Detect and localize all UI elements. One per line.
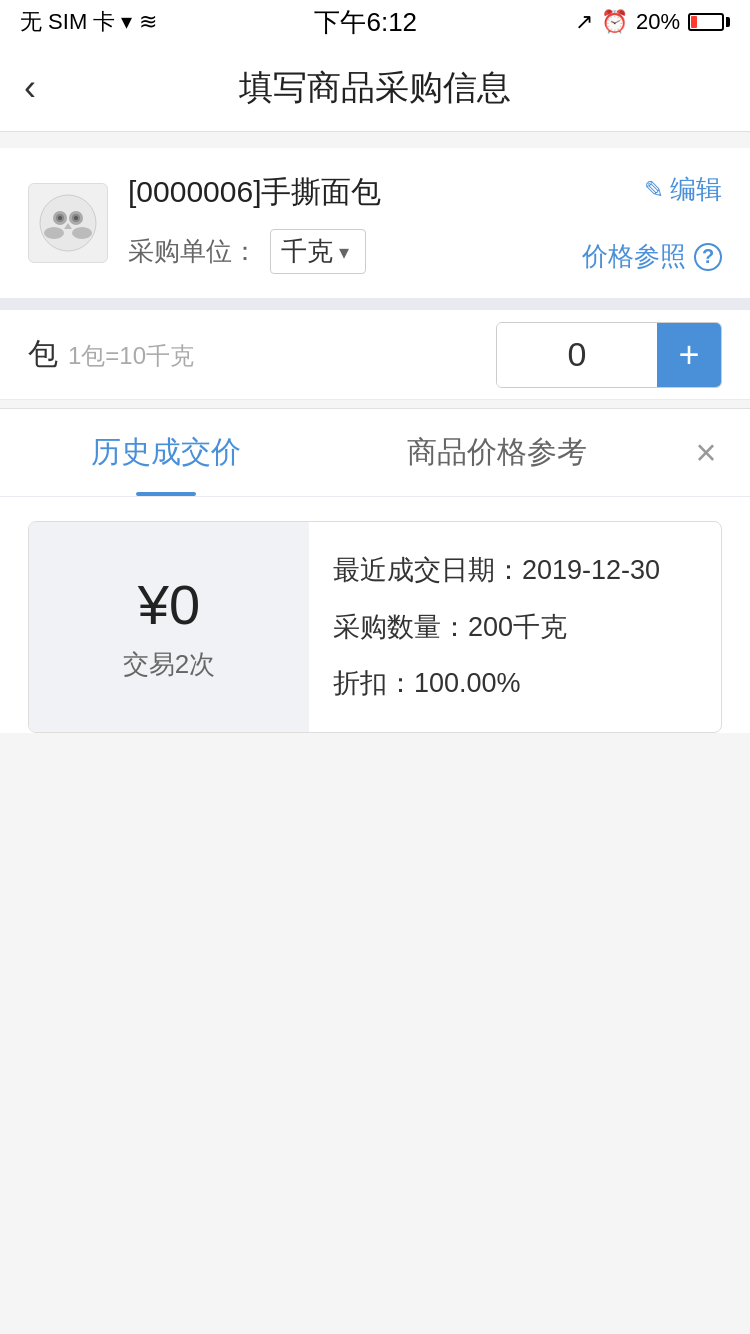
purchase-qty-value: 200千克 xyxy=(468,612,567,642)
status-left: 无 SIM 卡 ▾ ≋ xyxy=(20,7,157,37)
product-info: [0000006]手撕面包 采购单位： 千克 ▾ xyxy=(128,172,381,274)
status-bar: 无 SIM 卡 ▾ ≋ 下午6:12 ↗ ⏰ 20% xyxy=(0,0,750,44)
purchase-qty-row: 采购数量：200千克 xyxy=(333,607,697,648)
svg-point-6 xyxy=(74,216,78,220)
edit-button[interactable]: ✎ 编辑 xyxy=(644,172,722,207)
history-price-value: ¥0 xyxy=(138,572,200,637)
purchase-qty-label: 采购数量： xyxy=(333,612,468,642)
plus-icon: + xyxy=(678,334,699,376)
page-title: 填写商品采购信息 xyxy=(239,65,511,111)
divider-strip xyxy=(0,298,750,310)
main-background xyxy=(0,757,750,1335)
back-button[interactable]: ‹ xyxy=(24,67,36,109)
edit-icon: ✎ xyxy=(644,176,664,204)
product-logo-icon xyxy=(38,193,98,253)
edit-label: 编辑 xyxy=(670,172,722,207)
tab-product-price-ref[interactable]: 商品价格参考 xyxy=(331,409,662,496)
bottom-panel: 历史成交价 商品价格参考 × ¥0 交易2次 最近成交日期：2019-12-30… xyxy=(0,408,750,733)
unit-dropdown-icon: ▾ xyxy=(339,240,349,264)
quantity-conversion: 1包=10千克 xyxy=(68,340,194,372)
price-yen-label: ¥0 xyxy=(138,573,200,636)
recent-date-row: 最近成交日期：2019-12-30 xyxy=(333,550,697,591)
close-icon: × xyxy=(695,432,716,474)
product-id: [0000006] xyxy=(128,175,261,208)
svg-point-9 xyxy=(72,227,92,239)
status-time: 下午6:12 xyxy=(314,5,417,40)
recent-date-value: 2019-12-30 xyxy=(522,555,660,585)
quantity-label: 包 1包=10千克 xyxy=(28,334,194,375)
tab-price-ref-label: 商品价格参考 xyxy=(407,432,587,473)
help-icon: ? xyxy=(694,243,722,271)
product-thumbnail xyxy=(28,183,108,263)
nav-bar: ‹ 填写商品采购信息 xyxy=(0,44,750,132)
product-actions: ✎ 编辑 价格参照 ? xyxy=(582,172,722,274)
discount-label: 折扣： xyxy=(333,668,414,698)
tab-history-label: 历史成交价 xyxy=(91,432,241,473)
battery-tip xyxy=(726,17,730,27)
product-left: [0000006]手撕面包 采购单位： 千克 ▾ xyxy=(28,172,381,274)
battery-pct: 20% xyxy=(636,9,680,35)
help-label: ? xyxy=(702,245,714,268)
alarm-icon: ⏰ xyxy=(601,9,628,35)
unit-select-button[interactable]: 千克 ▾ xyxy=(270,229,366,274)
battery-body xyxy=(688,13,724,31)
product-name: [0000006]手撕面包 xyxy=(128,172,381,213)
recent-date-label: 最近成交日期： xyxy=(333,555,522,585)
product-header: [0000006]手撕面包 采购单位： 千克 ▾ ✎ 编辑 价格参照 ? xyxy=(28,172,722,274)
tabs-row: 历史成交价 商品价格参考 × xyxy=(0,409,750,497)
status-right: ↗ ⏰ 20% xyxy=(575,9,730,35)
svg-point-5 xyxy=(58,216,62,220)
product-unit-row: 采购单位： 千克 ▾ xyxy=(128,229,381,274)
history-trade-count: 交易2次 xyxy=(123,647,215,682)
price-ref-label: 价格参照 xyxy=(582,239,686,274)
quantity-plus-button[interactable]: + xyxy=(657,323,721,387)
quantity-unit: 包 xyxy=(28,334,58,375)
unit-value: 千克 xyxy=(281,234,333,269)
sim-label: 无 SIM 卡 ▾ ≋ xyxy=(20,7,157,37)
nav-icon: ↗ xyxy=(575,9,593,35)
battery-fill xyxy=(691,16,697,28)
product-card: [0000006]手撕面包 采购单位： 千克 ▾ ✎ 编辑 价格参照 ? xyxy=(0,148,750,298)
discount-row: 折扣：100.00% xyxy=(333,663,697,704)
history-price-column: ¥0 交易2次 xyxy=(29,522,309,732)
unit-label: 采购单位： xyxy=(128,234,258,269)
battery-indicator xyxy=(688,13,730,31)
discount-value: 100.00% xyxy=(414,668,521,698)
product-title: 手撕面包 xyxy=(261,175,381,208)
panel-close-button[interactable]: × xyxy=(662,409,750,496)
history-card: ¥0 交易2次 最近成交日期：2019-12-30 采购数量：200千克 折扣：… xyxy=(28,521,722,733)
quantity-row: 包 1包=10千克 0 + xyxy=(0,310,750,400)
svg-point-8 xyxy=(44,227,64,239)
history-detail-column: 最近成交日期：2019-12-30 采购数量：200千克 折扣：100.00% xyxy=(309,522,721,732)
quantity-input[interactable]: 0 xyxy=(497,323,657,387)
price-ref-button[interactable]: 价格参照 ? xyxy=(582,239,722,274)
tab-active-underline xyxy=(136,492,196,496)
tab-history-price[interactable]: 历史成交价 xyxy=(0,409,331,496)
quantity-input-group: 0 + xyxy=(496,322,722,388)
